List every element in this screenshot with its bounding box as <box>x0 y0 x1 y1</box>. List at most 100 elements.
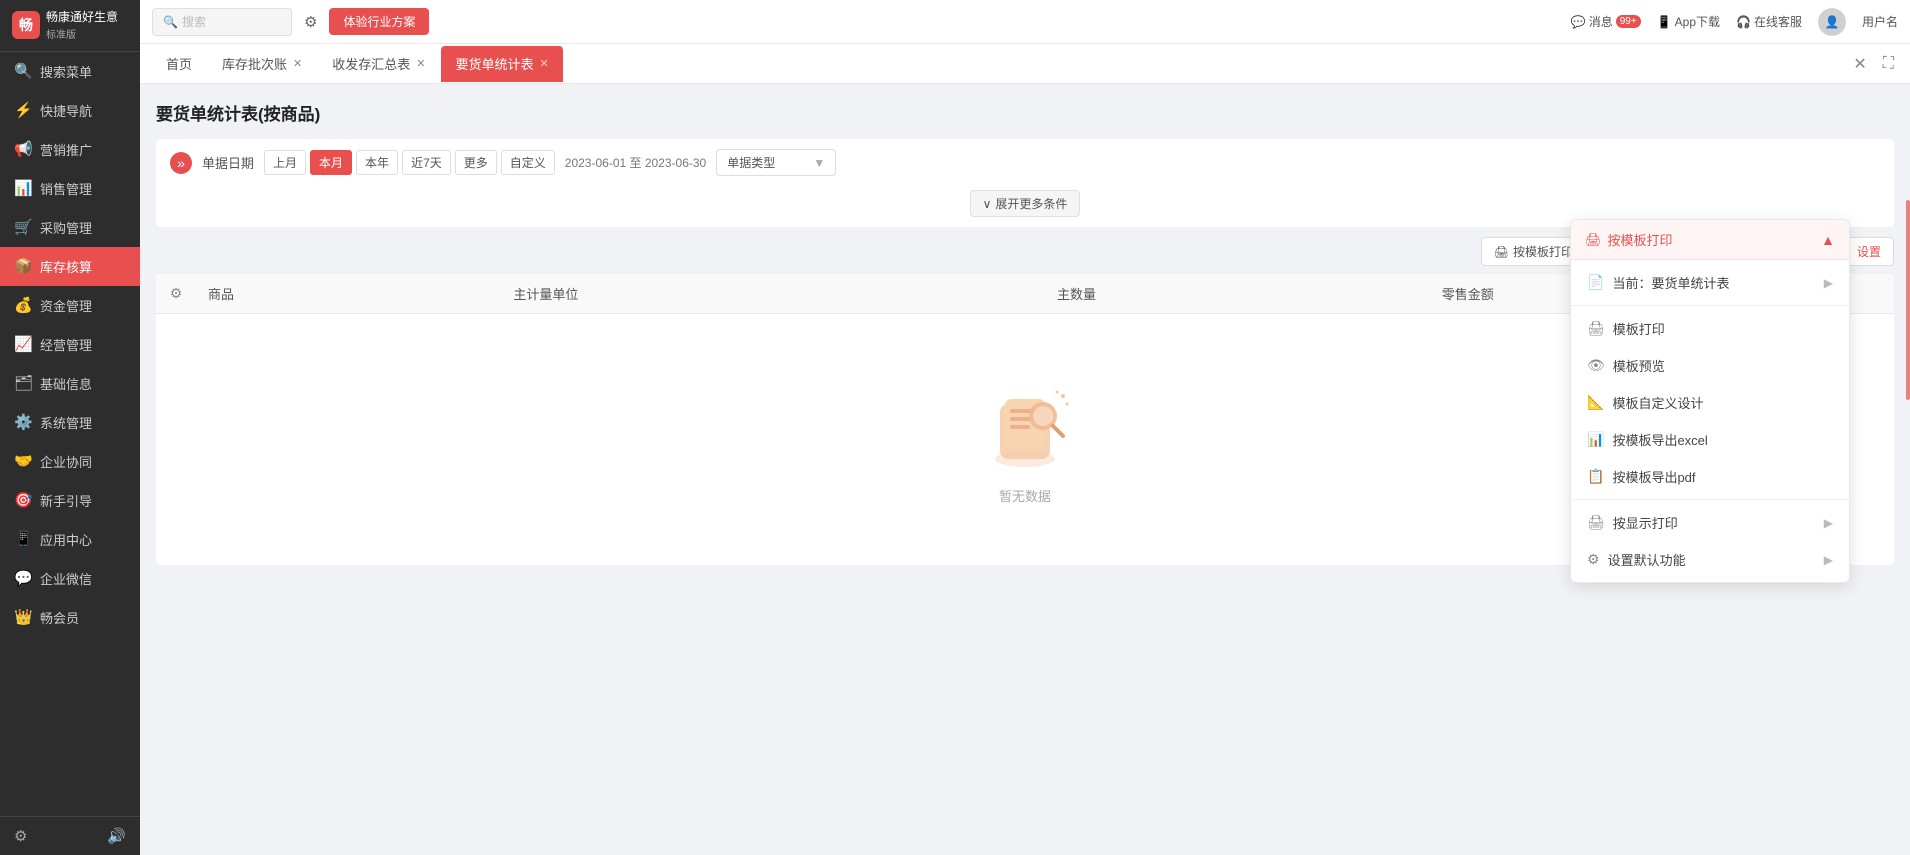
finance-icon: 💰 <box>14 296 32 314</box>
sidebar-item-operations[interactable]: 📈 经营管理 <box>0 325 140 364</box>
inventory-icon: 📦 <box>14 257 32 275</box>
date-filter-label: 单据日期 <box>202 153 254 172</box>
date-btn-custom[interactable]: 自定义 <box>501 150 555 175</box>
dropdown-current-section: 📄 当前：要货单统计表 ▶ <box>1571 260 1849 306</box>
topbar-messages[interactable]: 💬 消息 99+ <box>1571 13 1641 30</box>
operations-icon: 📈 <box>14 335 32 353</box>
settings-icon[interactable]: ⚙ <box>14 827 27 845</box>
tab-order-stats[interactable]: 要货单统计表 ✕ <box>441 46 562 82</box>
template-print-icon: 🖨 <box>1587 320 1605 337</box>
topbar: 🔍 搜索 ⚙ 体验行业方案 💬 消息 99+ 📱 App下载 🎧 在线客服 👤 … <box>140 0 1910 44</box>
dropdown-default-func[interactable]: ⚙ 设置默认功能 ▶ <box>1571 541 1849 578</box>
current-item-icon: 📄 <box>1587 274 1604 291</box>
expand-icon: ∨ <box>983 197 992 211</box>
message-icon: 💬 <box>1571 15 1586 29</box>
topbar-app-download[interactable]: 📱 App下载 <box>1657 13 1720 30</box>
sales-icon: 📊 <box>14 179 32 197</box>
print-dropdown-header-left: 🖨 按模板打印 <box>1585 230 1673 249</box>
purchase-icon: 🛒 <box>14 218 32 236</box>
topbar-gear-icon[interactable]: ⚙ <box>300 9 321 35</box>
print-dropdown-header-right: ▲ <box>1821 232 1835 248</box>
date-btn-7days[interactable]: 近7天 <box>402 150 451 175</box>
search-input[interactable]: 🔍 搜索 <box>152 8 292 36</box>
dropdown-current-item[interactable]: 📄 当前：要货单统计表 ▶ <box>1571 264 1849 301</box>
tab-home[interactable]: 首页 <box>152 46 206 82</box>
sidebar-item-label: 库存核算 <box>40 257 92 276</box>
topbar-online-service[interactable]: 🎧 在线客服 <box>1736 13 1802 30</box>
dropdown-collapse-icon[interactable]: ▲ <box>1821 232 1835 248</box>
audio-icon[interactable]: 🔊 <box>107 827 126 845</box>
sidebar-item-system[interactable]: ⚙️ 系统管理 <box>0 403 140 442</box>
sidebar-item-finance[interactable]: 💰 资金管理 <box>0 286 140 325</box>
col-quantity: 主数量 <box>1045 274 1430 314</box>
current-item-arrow: ▶ <box>1824 276 1833 290</box>
sidebar: 畅 畅康通好生意 标准版 🔍 搜索菜单 ⚡ 快捷导航 📢 营销推广 📊 销售管理… <box>0 0 140 855</box>
template-excel-icon: 📊 <box>1587 431 1604 448</box>
tab-inventory-batch[interactable]: 库存批次账 ✕ <box>208 46 316 82</box>
template-design-icon: 📐 <box>1587 394 1604 411</box>
empty-text: 暂无数据 <box>999 486 1051 505</box>
sidebar-item-purchase[interactable]: 🛒 采购管理 <box>0 208 140 247</box>
sidebar-item-label: 搜索菜单 <box>40 62 92 81</box>
shortcut-icon: ⚡ <box>14 101 32 119</box>
tab-expand-icon[interactable]: ⛶ <box>1879 53 1898 75</box>
page-title: 要货单统计表(按商品) <box>156 100 1894 125</box>
sidebar-item-sales[interactable]: 📊 销售管理 <box>0 169 140 208</box>
sidebar-item-member[interactable]: 👑 畅会员 <box>0 598 140 637</box>
sidebar-item-label: 畅会员 <box>40 608 79 627</box>
sidebar-item-basic[interactable]: 🗂 基础信息 <box>0 364 140 403</box>
search-placeholder: 搜索 <box>182 13 206 30</box>
sidebar-item-label: 快捷导航 <box>40 101 92 120</box>
print-dropdown-header-label: 按模板打印 <box>1608 230 1673 249</box>
sidebar-item-label: 资金管理 <box>40 296 92 315</box>
sidebar-item-label: 新手引导 <box>40 491 92 510</box>
sidebar-item-marketing[interactable]: 📢 营销推广 <box>0 130 140 169</box>
tab-collection-summary[interactable]: 收发存汇总表 ✕ <box>318 46 439 82</box>
table-settings-icon[interactable]: ⚙ <box>170 285 183 301</box>
sidebar-item-search[interactable]: 🔍 搜索菜单 <box>0 52 140 91</box>
sidebar-item-label: 采购管理 <box>40 218 92 237</box>
expand-more-btn[interactable]: ∨ 展开更多条件 <box>970 190 1081 217</box>
tab-close-collection-summary[interactable]: ✕ <box>416 57 425 70</box>
date-btn-this-month[interactable]: 本月 <box>310 150 352 175</box>
print-dropdown-popup: 🖨 按模板打印 ▲ 📄 当前：要货单统计表 ▶ <box>1570 219 1850 583</box>
tab-close-all-icon[interactable]: ✕ <box>1849 52 1870 76</box>
sidebar-item-label: 应用中心 <box>40 530 92 549</box>
display-print-icon: 🖨 <box>1587 514 1605 531</box>
dropdown-template-excel[interactable]: 📊 按模板导出excel <box>1571 421 1849 458</box>
sidebar-item-corpwx[interactable]: 💬 企业微信 <box>0 559 140 598</box>
sidebar-item-shortcut[interactable]: ⚡ 快捷导航 <box>0 91 140 130</box>
sidebar-item-newguide[interactable]: 🎯 新手引导 <box>0 481 140 520</box>
print-dropdown-header-icon: 🖨 <box>1585 232 1602 248</box>
tabs-bar: 首页 库存批次账 ✕ 收发存汇总表 ✕ 要货单统计表 ✕ ✕ ⛶ <box>140 44 1910 84</box>
tab-close-inventory-batch[interactable]: ✕ <box>293 57 302 70</box>
default-func-icon: ⚙ <box>1587 551 1600 568</box>
sidebar-item-inventory[interactable]: 📦 库存核算 <box>0 247 140 286</box>
system-icon: ⚙️ <box>14 413 32 431</box>
dropdown-template-print[interactable]: 🖨 模板打印 <box>1571 310 1849 347</box>
sidebar-item-label: 企业协同 <box>40 452 92 471</box>
main-area: 🔍 搜索 ⚙ 体验行业方案 💬 消息 99+ 📱 App下载 🎧 在线客服 👤 … <box>140 0 1910 855</box>
filter-expand-toggle[interactable]: » <box>170 152 192 174</box>
sidebar-item-appcenter[interactable]: 📱 应用中心 <box>0 520 140 559</box>
sidebar-item-label: 基础信息 <box>40 374 92 393</box>
settings-btn[interactable]: 设置 <box>1844 237 1894 266</box>
user-avatar[interactable]: 👤 <box>1818 8 1846 36</box>
username-label: 用户名 <box>1862 13 1898 30</box>
basic-icon: 🗂 <box>14 374 32 392</box>
dropdown-template-preview[interactable]: 👁 模板预览 <box>1571 347 1849 384</box>
col-product: 商品 <box>196 274 501 314</box>
date-btn-this-year[interactable]: 本年 <box>356 150 398 175</box>
date-btn-more[interactable]: 更多 <box>455 150 497 175</box>
dropdown-display-print[interactable]: 🖨 按显示打印 ▶ <box>1571 504 1849 541</box>
doc-type-select[interactable]: 单据类型 ▼ <box>716 149 836 176</box>
sidebar-item-collab[interactable]: 🤝 企业协同 <box>0 442 140 481</box>
col-settings[interactable]: ⚙ <box>156 274 196 314</box>
date-btn-prev-month[interactable]: 上月 <box>264 150 306 175</box>
date-range-text: 2023-06-01 至 2023-06-30 <box>565 154 706 171</box>
app-logo-icon: 畅 <box>12 11 40 39</box>
dropdown-template-pdf[interactable]: 📋 按模板导出pdf <box>1571 458 1849 495</box>
tab-close-order-stats[interactable]: ✕ <box>540 57 549 70</box>
dropdown-template-design[interactable]: 📐 模板自定义设计 <box>1571 384 1849 421</box>
industry-btn[interactable]: 体验行业方案 <box>329 8 429 35</box>
